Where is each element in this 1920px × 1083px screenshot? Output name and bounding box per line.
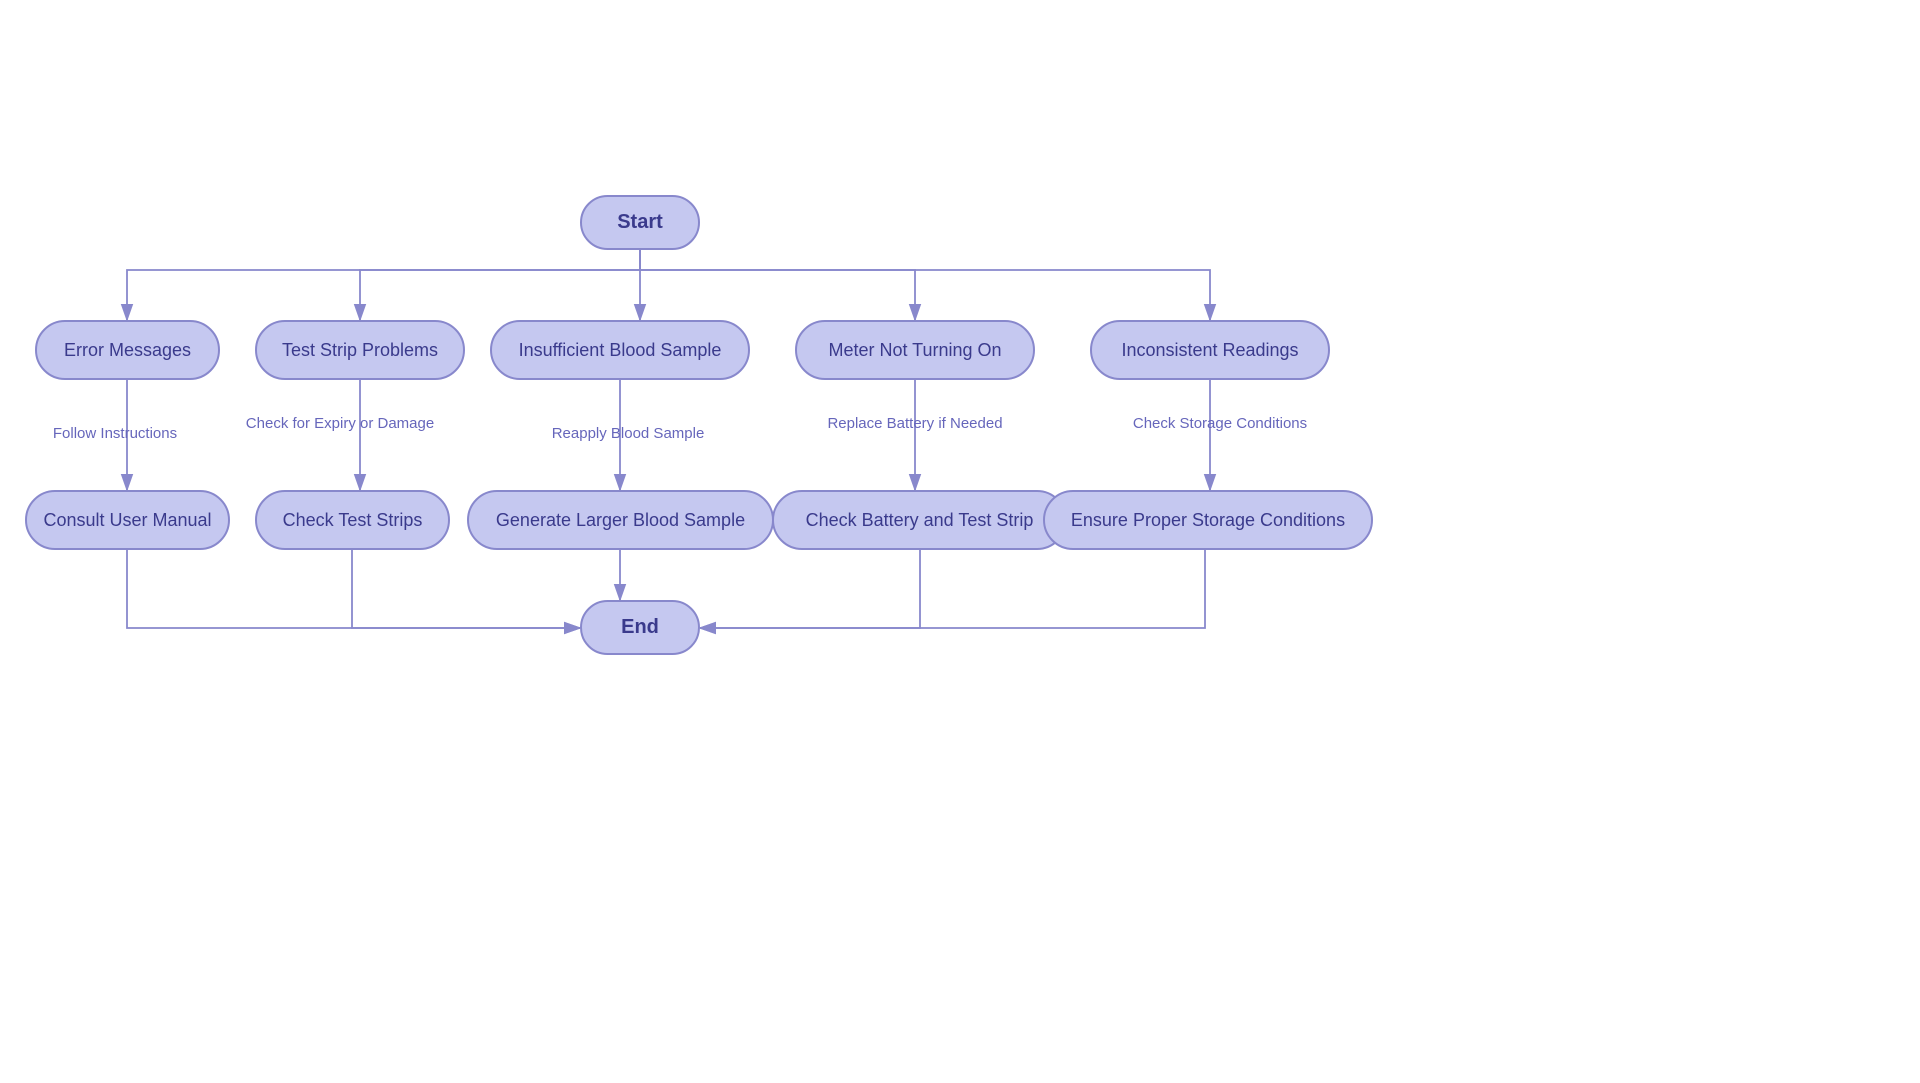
follow-instructions-label: Follow Instructions xyxy=(10,425,220,442)
meter-not-turning-node: Meter Not Turning On xyxy=(795,320,1035,380)
ensure-storage-node: Ensure Proper Storage Conditions xyxy=(1043,490,1373,550)
flowchart-container: Start End Error Messages Test Strip Prob… xyxy=(0,0,1920,1083)
check-test-strips-node: Check Test Strips xyxy=(255,490,450,550)
test-strip-problems-node: Test Strip Problems xyxy=(255,320,465,380)
consult-manual-node: Consult User Manual xyxy=(25,490,230,550)
end-node: End xyxy=(580,600,700,655)
insufficient-blood-node: Insufficient Blood Sample xyxy=(490,320,750,380)
check-battery-node: Check Battery and Test Strip xyxy=(772,490,1067,550)
check-expiry-label: Check for Expiry or Damage xyxy=(225,415,455,432)
start-node: Start xyxy=(580,195,700,250)
replace-battery-label: Replace Battery if Needed xyxy=(800,415,1030,432)
check-storage-label: Check Storage Conditions xyxy=(1110,415,1330,432)
inconsistent-readings-node: Inconsistent Readings xyxy=(1090,320,1330,380)
error-messages-node: Error Messages xyxy=(35,320,220,380)
reapply-blood-label: Reapply Blood Sample xyxy=(518,425,738,442)
generate-larger-node: Generate Larger Blood Sample xyxy=(467,490,774,550)
